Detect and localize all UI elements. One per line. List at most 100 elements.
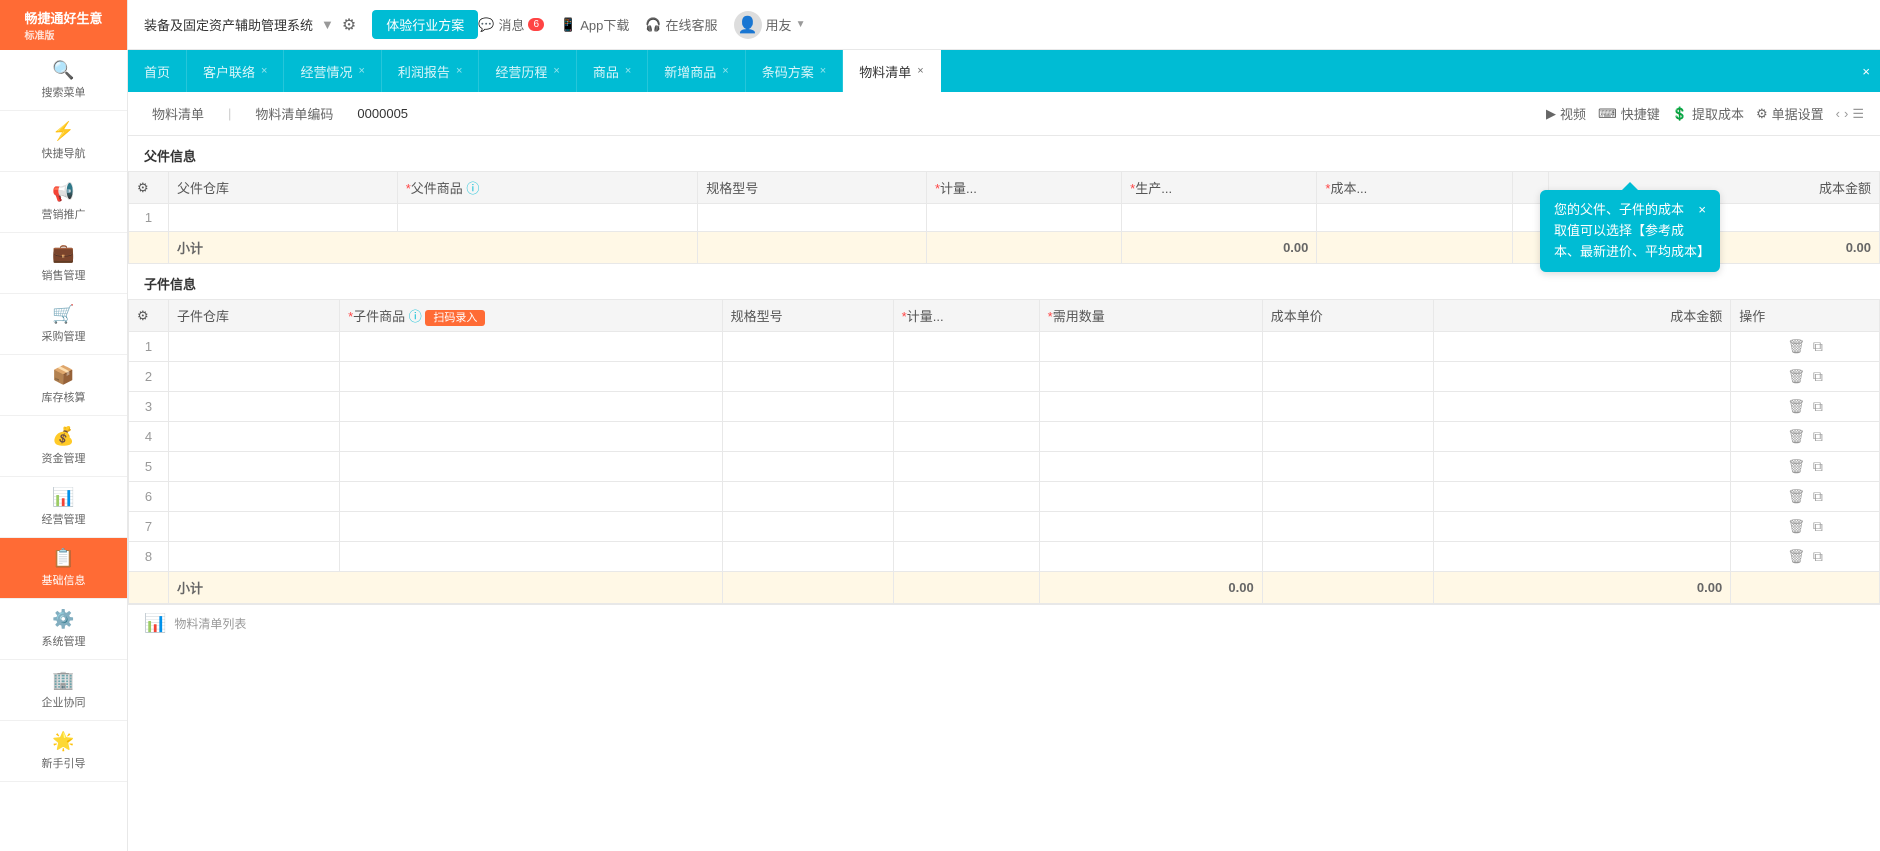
parent-cell-unit[interactable] (926, 204, 1121, 232)
child-cell-goods-3[interactable] (340, 392, 723, 422)
child-cell-spec-4[interactable] (722, 422, 893, 452)
child-cell-qty-8[interactable] (1039, 542, 1262, 572)
child-cell-spec-5[interactable] (722, 452, 893, 482)
parent-col-settings[interactable]: ⚙ (129, 172, 169, 204)
sidebar-item-quick-nav[interactable]: ⚡ 快捷导航 (0, 111, 127, 172)
child-cell-qty-5[interactable] (1039, 452, 1262, 482)
copy-icon-6[interactable]: ⧉ (1813, 488, 1823, 504)
child-cell-spec-3[interactable] (722, 392, 893, 422)
child-cell-unit-cost-4[interactable] (1262, 422, 1433, 452)
trial-btn[interactable]: 体验行业方案 (372, 10, 478, 39)
child-cell-spec-1[interactable] (722, 332, 893, 362)
child-cell-goods-2[interactable] (340, 362, 723, 392)
tab-history-close[interactable]: × (553, 65, 559, 77)
tab-barcode[interactable]: 条码方案 × (746, 50, 843, 92)
delete-icon-7[interactable]: 🗑 (1787, 518, 1805, 534)
delete-icon-8[interactable]: 🗑 (1787, 548, 1805, 564)
scan-btn[interactable]: 扫码录入 (425, 310, 485, 326)
app-download-btn[interactable]: 📱 App下载 (560, 15, 629, 34)
child-cell-spec-8[interactable] (722, 542, 893, 572)
child-cell-qty-4[interactable] (1039, 422, 1262, 452)
tab-new-goods-close[interactable]: × (722, 65, 728, 77)
tab-profit[interactable]: 利润报告 × (382, 50, 479, 92)
delete-icon-3[interactable]: 🗑 (1787, 398, 1805, 414)
sidebar-item-operations[interactable]: 📊 经营管理 (0, 477, 127, 538)
delete-icon-1[interactable]: 🗑 (1787, 338, 1805, 354)
child-cell-unit-1[interactable] (893, 332, 1039, 362)
sidebar-item-sales[interactable]: 💼 销售管理 (0, 233, 127, 294)
nav-close-all-btn[interactable]: × (1852, 50, 1880, 92)
child-cell-warehouse-1[interactable] (169, 332, 340, 362)
delete-icon-4[interactable]: 🗑 (1787, 428, 1805, 444)
tab-customer-close[interactable]: × (261, 65, 267, 77)
sidebar-item-search[interactable]: 🔍 搜索菜单 (0, 50, 127, 111)
tab-profit-close[interactable]: × (456, 65, 462, 77)
tab-goods-close[interactable]: × (625, 65, 631, 77)
tab-goods[interactable]: 商品 × (577, 50, 648, 92)
action-view[interactable]: ▶ 视频 (1546, 104, 1586, 123)
action-cost[interactable]: 💲 提取成本 (1672, 104, 1744, 123)
page-tab-bom-code-label[interactable]: 物料清单编码 (247, 100, 341, 127)
tab-bom-close[interactable]: × (917, 65, 923, 77)
child-cell-warehouse-3[interactable] (169, 392, 340, 422)
copy-icon-1[interactable]: ⧉ (1813, 338, 1823, 354)
child-cell-unit-cost-3[interactable] (1262, 392, 1433, 422)
tab-barcode-close[interactable]: × (820, 65, 826, 77)
delete-icon-6[interactable]: 🗑 (1787, 488, 1805, 504)
sidebar-item-enterprise[interactable]: 🏢 企业协同 (0, 660, 127, 721)
sidebar-item-finance[interactable]: 💰 资金管理 (0, 416, 127, 477)
tab-operations-status[interactable]: 经营情况 × (284, 50, 381, 92)
child-cell-goods-5[interactable] (340, 452, 723, 482)
delete-icon-2[interactable]: 🗑 (1787, 368, 1805, 384)
child-cell-unit-7[interactable] (893, 512, 1039, 542)
child-cell-unit-6[interactable] (893, 482, 1039, 512)
child-cell-unit-cost-1[interactable] (1262, 332, 1433, 362)
gear-icon[interactable]: ⚙ (342, 15, 356, 35)
child-cell-spec-2[interactable] (722, 362, 893, 392)
child-cell-goods-4[interactable] (340, 422, 723, 452)
tab-new-goods[interactable]: 新增商品 × (648, 50, 745, 92)
child-cell-unit-5[interactable] (893, 452, 1039, 482)
sidebar-item-system[interactable]: ⚙️ 系统管理 (0, 599, 127, 660)
child-cell-unit-cost-7[interactable] (1262, 512, 1433, 542)
user-menu[interactable]: 👤 用友 ▼ (734, 11, 806, 39)
child-cell-unit-cost-2[interactable] (1262, 362, 1433, 392)
parent-cell-cost[interactable] (1317, 204, 1512, 232)
child-cell-warehouse-6[interactable] (169, 482, 340, 512)
copy-icon-5[interactable]: ⧉ (1813, 458, 1823, 474)
child-cell-qty-6[interactable] (1039, 482, 1262, 512)
parent-cell-warehouse[interactable] (169, 204, 398, 232)
parent-cell-goods[interactable] (397, 204, 698, 232)
online-service-btn[interactable]: 🎧 在线客服 (645, 15, 717, 34)
tooltip-close-btn[interactable]: × (1698, 200, 1706, 221)
child-cell-warehouse-2[interactable] (169, 362, 340, 392)
tab-bom[interactable]: 物料清单 × (843, 50, 940, 92)
system-dropdown-icon[interactable]: ▼ (321, 17, 334, 32)
child-cell-goods-1[interactable] (340, 332, 723, 362)
child-cell-unit-3[interactable] (893, 392, 1039, 422)
child-cell-unit-cost-6[interactable] (1262, 482, 1433, 512)
child-cell-spec-7[interactable] (722, 512, 893, 542)
child-cell-goods-8[interactable] (340, 542, 723, 572)
page-tab-bom-list[interactable]: 物料清单 (144, 100, 212, 127)
tab-ops-close[interactable]: × (358, 65, 364, 77)
child-cell-unit-cost-8[interactable] (1262, 542, 1433, 572)
child-cell-unit-8[interactable] (893, 542, 1039, 572)
copy-icon-4[interactable]: ⧉ (1813, 428, 1823, 444)
child-cell-qty-7[interactable] (1039, 512, 1262, 542)
copy-icon-3[interactable]: ⧉ (1813, 398, 1823, 414)
child-cell-qty-3[interactable] (1039, 392, 1262, 422)
nav-next-icon[interactable]: › (1844, 106, 1848, 121)
child-cell-unit-2[interactable] (893, 362, 1039, 392)
child-cell-qty-1[interactable] (1039, 332, 1262, 362)
sidebar-item-new-guide[interactable]: 🌟 新手引导 (0, 721, 127, 782)
child-cell-goods-7[interactable] (340, 512, 723, 542)
copy-icon-2[interactable]: ⧉ (1813, 368, 1823, 384)
parent-cell-spec[interactable] (698, 204, 927, 232)
child-cell-warehouse-8[interactable] (169, 542, 340, 572)
sidebar-item-marketing[interactable]: 📢 营销推广 (0, 172, 127, 233)
nav-prev-icon[interactable]: ‹ (1836, 106, 1840, 121)
copy-icon-7[interactable]: ⧉ (1813, 518, 1823, 534)
tab-home[interactable]: 首页 (128, 50, 187, 92)
child-cell-warehouse-4[interactable] (169, 422, 340, 452)
